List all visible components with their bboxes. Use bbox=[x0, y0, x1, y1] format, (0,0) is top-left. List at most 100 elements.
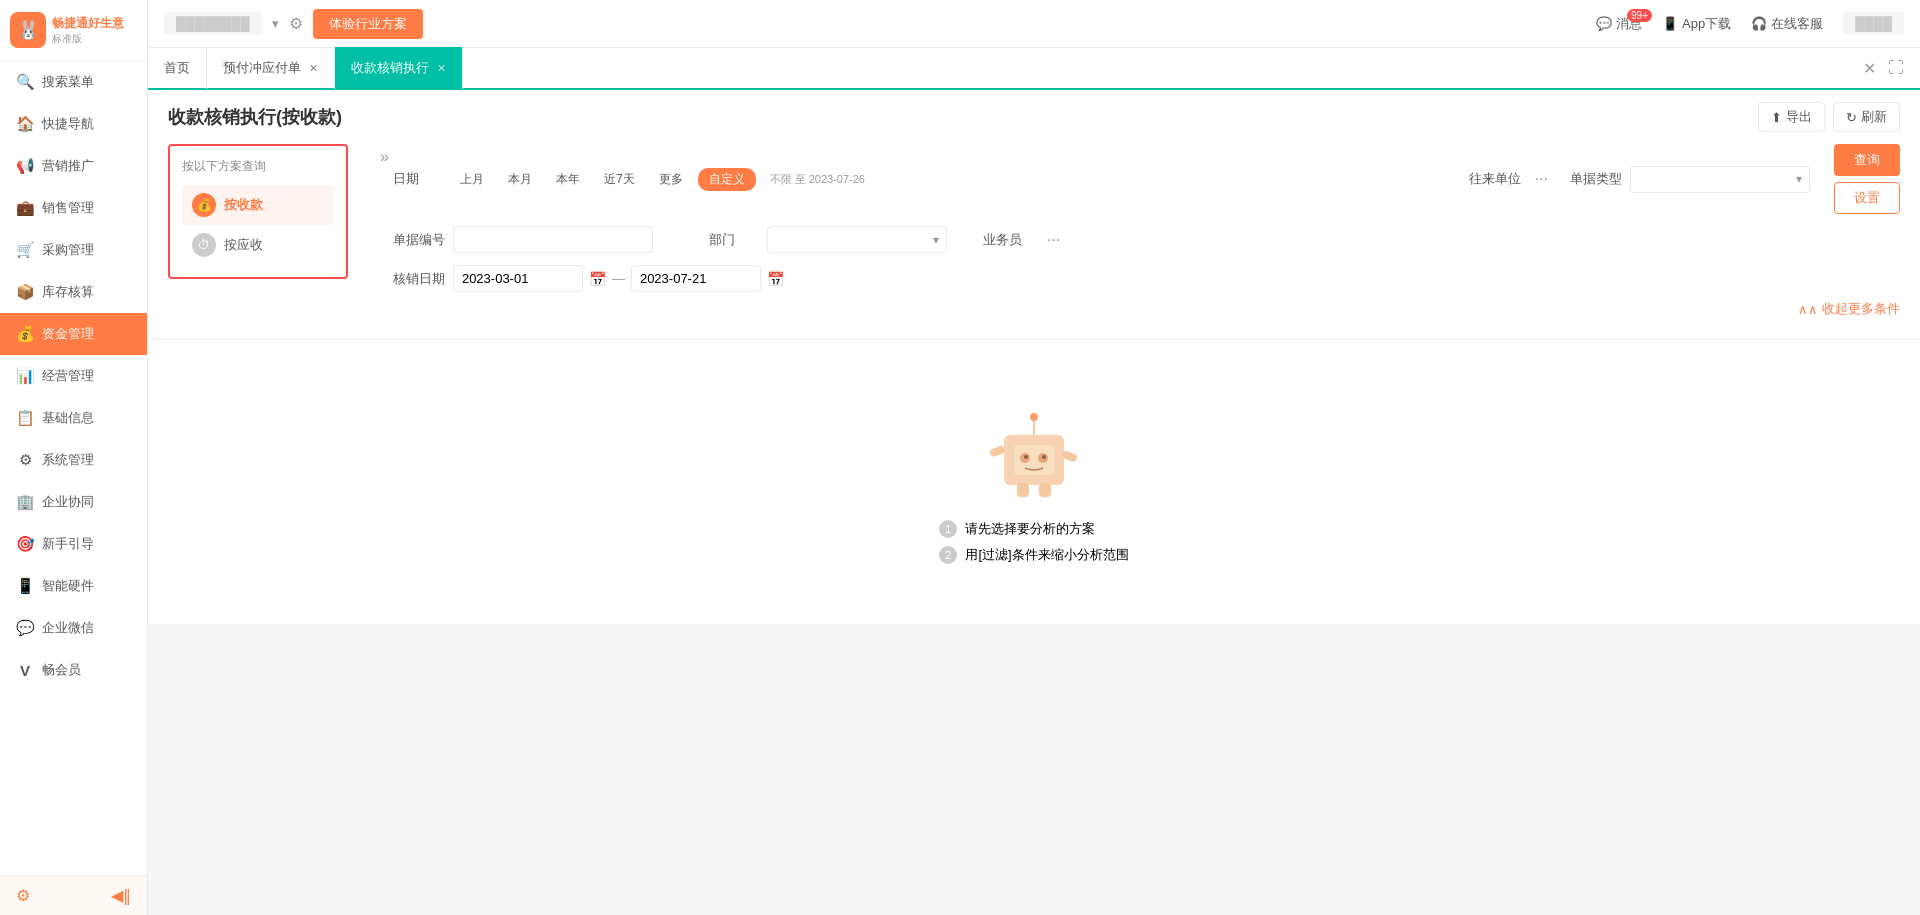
sidebar-label-purchase: 采购管理 bbox=[42, 241, 94, 259]
date-shortcuts: 上月 本月 本年 近7天 更多 自定义 bbox=[451, 168, 756, 191]
sidebar-menu: 🔍 搜索菜单 🏠 快捷导航 📢 营销推广 💼 销售管理 🛒 采购管理 📦 库存核… bbox=[0, 61, 147, 875]
topbar-gear-icon[interactable]: ⚙ bbox=[289, 14, 303, 33]
verify-date-end-input[interactable] bbox=[631, 265, 761, 292]
topbar-left: ████████ ▾ ⚙ 体验行业方案 bbox=[164, 9, 423, 39]
tab-prepay[interactable]: 预付冲应付单 ✕ bbox=[207, 47, 335, 89]
doc-no-input[interactable] bbox=[453, 226, 653, 253]
export-btn[interactable]: ⬆ 导出 bbox=[1758, 102, 1825, 132]
message-icon: 💬 bbox=[1596, 16, 1612, 31]
filter-option-receivable[interactable]: ⏱ 按应收 bbox=[182, 225, 334, 265]
counterpart-dots-btn[interactable]: ··· bbox=[1529, 170, 1554, 188]
message-btn[interactable]: 💬 消息 99+ bbox=[1596, 15, 1642, 33]
sidebar-item-sales[interactable]: 💼 销售管理 bbox=[0, 187, 147, 229]
receipt-tab-label: 收款核销执行 bbox=[351, 59, 429, 77]
tab-bar-actions: ✕ ⛶ bbox=[1863, 59, 1920, 78]
prepay-tab-label: 预付冲应付单 bbox=[223, 59, 301, 77]
sidebar-label-wechat: 企业微信 bbox=[42, 619, 94, 637]
refresh-label: 刷新 bbox=[1861, 108, 1887, 126]
sidebar-item-member[interactable]: V 畅会员 bbox=[0, 649, 147, 691]
topbar-dropdown-icon[interactable]: ▾ bbox=[272, 16, 279, 31]
settings-btn[interactable]: 设置 bbox=[1834, 182, 1900, 214]
date-btn-more[interactable]: 更多 bbox=[650, 168, 692, 191]
collapse-more-btn[interactable]: ∧∧ 收起更多条件 bbox=[393, 292, 1900, 322]
svg-rect-8 bbox=[1017, 483, 1029, 497]
close-tab-icon[interactable]: ✕ bbox=[1863, 59, 1876, 78]
marketing-icon: 📢 bbox=[16, 157, 34, 175]
date-no-limit: 不限 至 2023-07-26 bbox=[770, 172, 865, 187]
hint2-num: 2 bbox=[939, 546, 957, 564]
main-content: ████████ ▾ ⚙ 体验行业方案 💬 消息 99+ 📱 App下载 🎧 在… bbox=[148, 0, 1920, 915]
export-icon: ⬆ bbox=[1771, 110, 1782, 125]
empty-illustration bbox=[979, 400, 1089, 500]
date-btn-this-month[interactable]: 本月 bbox=[499, 168, 541, 191]
filter-sidebar-title: 按以下方案查询 bbox=[182, 158, 334, 175]
tab-receipt[interactable]: 收款核销执行 ✕ bbox=[335, 47, 463, 89]
collapse-icon: ∧∧ bbox=[1798, 302, 1818, 317]
sidebar-item-wechat[interactable]: 💬 企业微信 bbox=[0, 607, 147, 649]
date-btn-last-month[interactable]: 上月 bbox=[451, 168, 493, 191]
settings-bottom-icon[interactable]: ⚙ bbox=[16, 886, 30, 905]
collapse-label: 收起更多条件 bbox=[1822, 300, 1900, 318]
verify-date-start-input[interactable] bbox=[453, 265, 583, 292]
sidebar-item-system[interactable]: ⚙ 系统管理 bbox=[0, 439, 147, 481]
salesperson-field: 业务员 ··· bbox=[983, 231, 1066, 249]
refresh-btn[interactable]: ↻ 刷新 bbox=[1833, 102, 1900, 132]
filter-fields: 日期 上月 本月 本年 近7天 更多 自定义 bbox=[393, 144, 1900, 322]
query-btn[interactable]: 查询 bbox=[1834, 144, 1900, 176]
sidebar-item-operations[interactable]: 📊 经营管理 bbox=[0, 355, 147, 397]
tab-home[interactable]: 首页 bbox=[148, 47, 207, 89]
operations-icon: 📊 bbox=[16, 367, 34, 385]
doc-type-select[interactable] bbox=[1630, 166, 1810, 193]
date-btn-7days[interactable]: 近7天 bbox=[595, 168, 644, 191]
sidebar: 🐰 畅捷通好生意 标准版 🔍 搜索菜单 🏠 快捷导航 📢 营销推广 💼 销售管理… bbox=[0, 0, 148, 915]
sidebar-item-marketing[interactable]: 📢 营销推广 bbox=[0, 145, 147, 187]
online-service-btn[interactable]: 🎧 在线客服 bbox=[1751, 15, 1823, 33]
logo-name: 畅捷通好生意 bbox=[52, 15, 124, 32]
sidebar-item-finance[interactable]: 💰 资金管理 bbox=[0, 313, 147, 355]
sidebar-item-quick-nav[interactable]: 🏠 快捷导航 bbox=[0, 103, 147, 145]
sidebar-label-operations: 经营管理 bbox=[42, 367, 94, 385]
dept-select[interactable] bbox=[767, 226, 947, 253]
topbar: ████████ ▾ ⚙ 体验行业方案 💬 消息 99+ 📱 App下载 🎧 在… bbox=[148, 0, 1920, 48]
app-download-btn[interactable]: 📱 App下载 bbox=[1662, 15, 1731, 33]
dept-field: 部门 bbox=[709, 226, 947, 253]
receipt-option-icon: 💰 bbox=[192, 193, 216, 217]
sidebar-label-hardware: 智能硬件 bbox=[42, 577, 94, 595]
verify-date-start-cal-icon[interactable]: 📅 bbox=[589, 271, 606, 287]
export-label: 导出 bbox=[1786, 108, 1812, 126]
sidebar-item-guide[interactable]: 🎯 新手引导 bbox=[0, 523, 147, 565]
sidebar-label-marketing: 营销推广 bbox=[42, 157, 94, 175]
sidebar-item-basic-info[interactable]: 📋 基础信息 bbox=[0, 397, 147, 439]
date-btn-this-year[interactable]: 本年 bbox=[547, 168, 589, 191]
sidebar-label-system: 系统管理 bbox=[42, 451, 94, 469]
inventory-icon: 📦 bbox=[16, 283, 34, 301]
date-custom-tag[interactable]: 自定义 bbox=[698, 168, 756, 191]
sidebar-label-inventory: 库存核算 bbox=[42, 283, 94, 301]
filter-collapse-btn[interactable]: » bbox=[376, 144, 393, 170]
fullscreen-icon[interactable]: ⛶ bbox=[1888, 59, 1904, 77]
prepay-tab-close-icon[interactable]: ✕ bbox=[309, 62, 318, 75]
sidebar-item-inventory[interactable]: 📦 库存核算 bbox=[0, 271, 147, 313]
member-icon: V bbox=[16, 661, 34, 679]
sidebar-bottom: ⚙ ◀‖ bbox=[0, 875, 147, 915]
industry-btn[interactable]: 体验行业方案 bbox=[313, 9, 423, 39]
sidebar-item-purchase[interactable]: 🛒 采购管理 bbox=[0, 229, 147, 271]
doc-type-label: 单据类型 bbox=[1570, 170, 1622, 188]
sidebar-label-enterprise: 企业协同 bbox=[42, 493, 94, 511]
tab-bar: 首页 预付冲应付单 ✕ 收款核销执行 ✕ ✕ ⛶ bbox=[148, 48, 1920, 90]
page-header-actions: ⬆ 导出 ↻ 刷新 bbox=[1758, 102, 1900, 132]
filter-option-receipt[interactable]: 💰 按收款 bbox=[182, 185, 334, 225]
sidebar-item-search[interactable]: 🔍 搜索菜单 bbox=[0, 61, 147, 103]
filter-sidebar: 按以下方案查询 💰 按收款 ⏱ 按应收 bbox=[168, 144, 348, 279]
sidebar-item-enterprise[interactable]: 🏢 企业协同 bbox=[0, 481, 147, 523]
content-area: 1 请先选择要分析的方案 2 用[过滤]条件来缩小分析范围 bbox=[148, 340, 1920, 624]
svg-point-11 bbox=[1030, 413, 1038, 421]
verify-date-end-cal-icon[interactable]: 📅 bbox=[767, 271, 784, 287]
counterpart-field: 往来单位 ··· bbox=[1469, 170, 1554, 188]
collapse-sidebar-icon[interactable]: ◀‖ bbox=[111, 886, 131, 905]
doc-no-field: 单据编号 bbox=[393, 226, 653, 253]
salesperson-dots-btn[interactable]: ··· bbox=[1041, 231, 1066, 249]
receipt-tab-close-icon[interactable]: ✕ bbox=[437, 62, 446, 75]
sidebar-item-hardware[interactable]: 📱 智能硬件 bbox=[0, 565, 147, 607]
hardware-icon: 📱 bbox=[16, 577, 34, 595]
